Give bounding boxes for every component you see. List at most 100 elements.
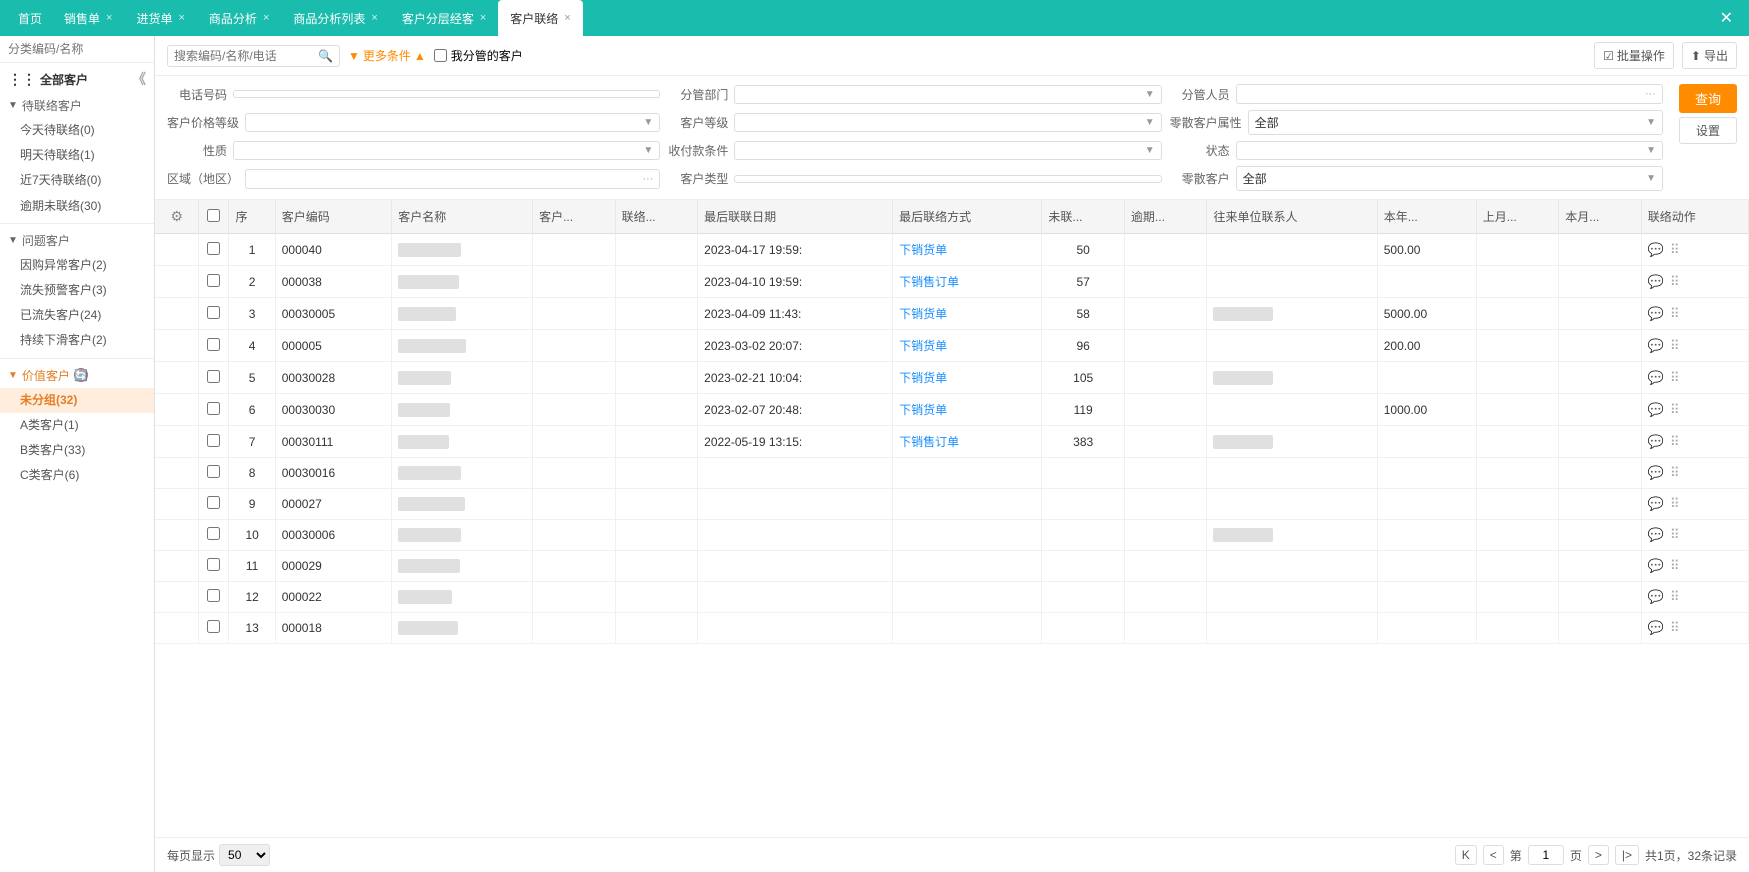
tab-analysis[interactable]: 商品分析 × (197, 0, 281, 36)
tab-purchase[interactable]: 进货单 × (124, 0, 196, 36)
row-checkbox[interactable] (199, 266, 229, 298)
row-gear[interactable] (155, 298, 199, 330)
message-icon[interactable]: 💬 (1648, 242, 1664, 258)
row-checkbox[interactable] (199, 234, 229, 266)
next-page-button[interactable]: > (1588, 845, 1609, 865)
row-checkbox[interactable] (199, 520, 229, 551)
reset-button[interactable]: 设置 (1679, 117, 1737, 144)
home-tab[interactable]: 首页 (8, 0, 52, 36)
problem-group-label[interactable]: ▼ 问题客户 (0, 228, 154, 253)
row-checkbox[interactable] (199, 362, 229, 394)
retail-attr-input[interactable]: 全部 ▼ (1248, 110, 1663, 135)
more-icon[interactable]: ⠿ (1670, 496, 1680, 512)
more-icon[interactable]: ⠿ (1670, 589, 1680, 605)
customer-type-input[interactable] (734, 175, 1161, 183)
per-page-select[interactable]: 50 100 200 (219, 844, 270, 866)
more-icon[interactable]: ⠿ (1670, 434, 1680, 450)
dept-input[interactable]: ▼ (734, 85, 1161, 104)
th-contact[interactable]: 联络... (615, 200, 698, 234)
pending-group-label[interactable]: ▼ 待联络客户 (0, 93, 154, 118)
row-checkbox[interactable] (199, 394, 229, 426)
row-checkbox[interactable] (199, 582, 229, 613)
th-this-year[interactable]: 本年... (1377, 200, 1476, 234)
row-gear[interactable] (155, 394, 199, 426)
tab-customer-contact-close[interactable]: × (564, 12, 570, 24)
row-gear[interactable] (155, 330, 199, 362)
query-button[interactable]: 查询 (1679, 84, 1737, 113)
sidebar-item-declining[interactable]: 持续下滑客户(2) (0, 328, 154, 353)
sidebar-item-abnormal[interactable]: 因购异常客户(2) (0, 253, 154, 278)
more-icon[interactable]: ⠿ (1670, 338, 1680, 354)
message-icon[interactable]: 💬 (1648, 306, 1664, 322)
sidebar-item-tomorrow[interactable]: 明天待联络(1) (0, 143, 154, 168)
row-checkbox[interactable] (199, 330, 229, 362)
row-gear[interactable] (155, 582, 199, 613)
message-icon[interactable]: 💬 (1648, 402, 1664, 418)
more-icon[interactable]: ⠿ (1670, 306, 1680, 322)
tab-customer-tier[interactable]: 客户分层经客 × (390, 0, 498, 36)
row-checkbox[interactable] (199, 489, 229, 520)
message-icon[interactable]: 💬 (1648, 465, 1664, 481)
select-all-checkbox[interactable] (207, 209, 220, 222)
main-search-input[interactable] (174, 49, 314, 63)
row-checkbox[interactable] (199, 426, 229, 458)
th-overdue[interactable]: 逾期... (1124, 200, 1207, 234)
nature-input[interactable]: ▼ (233, 141, 660, 160)
row-gear[interactable] (155, 458, 199, 489)
row-gear[interactable] (155, 551, 199, 582)
phone-input[interactable] (233, 90, 660, 98)
th-this-month[interactable]: 本月... (1559, 200, 1642, 234)
message-icon[interactable]: 💬 (1648, 589, 1664, 605)
gear-icon[interactable]: ⚙ (170, 208, 183, 224)
sidebar-item-overdue[interactable]: 逾期未联络(30) (0, 194, 154, 219)
tab-analysis-close[interactable]: × (263, 12, 269, 24)
sidebar-item-c-class[interactable]: C类客户(6) (0, 463, 154, 488)
payment-input[interactable]: ▼ (734, 141, 1161, 160)
message-icon[interactable]: 💬 (1648, 496, 1664, 512)
value-group-label[interactable]: ▼ 价值客户 🔄 (0, 363, 154, 388)
category-search-input[interactable] (8, 42, 155, 56)
message-icon[interactable]: 💬 (1648, 338, 1664, 354)
collapse-icon[interactable]: 《 (132, 69, 146, 89)
th-checkbox[interactable] (199, 200, 229, 234)
sidebar-item-7days[interactable]: 近7天待联络(0) (0, 168, 154, 193)
th-gear[interactable]: ⚙ (155, 200, 199, 234)
row-checkbox[interactable] (199, 298, 229, 330)
more-icon[interactable]: ⠿ (1670, 558, 1680, 574)
manager-input[interactable]: ··· (1236, 84, 1663, 104)
message-icon[interactable]: 💬 (1648, 620, 1664, 636)
message-icon[interactable]: 💬 (1648, 274, 1664, 290)
region-input[interactable]: ··· (245, 169, 660, 189)
first-page-button[interactable]: K (1455, 845, 1477, 865)
th-code[interactable]: 客户编码 (275, 200, 392, 234)
row-gear[interactable] (155, 266, 199, 298)
tab-purchase-close[interactable]: × (178, 12, 184, 24)
row-gear[interactable] (155, 426, 199, 458)
th-last-month[interactable]: 上月... (1476, 200, 1559, 234)
row-gear[interactable] (155, 489, 199, 520)
batch-op-button[interactable]: ☑ 批量操作 (1594, 42, 1674, 69)
tab-analysis-list-close[interactable]: × (371, 12, 377, 24)
more-icon[interactable]: ⠿ (1670, 370, 1680, 386)
message-icon[interactable]: 💬 (1648, 434, 1664, 450)
th-type[interactable]: 客户... (533, 200, 616, 234)
row-gear[interactable] (155, 234, 199, 266)
page-number-input[interactable] (1528, 845, 1564, 865)
th-last-date[interactable]: 最后联联日期 (698, 200, 893, 234)
price-level-input[interactable]: ▼ (245, 113, 660, 132)
row-checkbox[interactable] (199, 613, 229, 644)
tab-customer-contact[interactable]: 客户联络 × (498, 0, 582, 36)
export-button[interactable]: ⬆ 导出 (1682, 42, 1737, 69)
sidebar-item-ungroup[interactable]: 未分组(32) (0, 388, 154, 413)
more-icon[interactable]: ⠿ (1670, 527, 1680, 543)
row-gear[interactable] (155, 520, 199, 551)
sidebar-item-a-class[interactable]: A类客户(1) (0, 413, 154, 438)
th-last-method[interactable]: 最后联络方式 (893, 200, 1042, 234)
tab-analysis-list[interactable]: 商品分析列表 × (281, 0, 389, 36)
th-contact-person[interactable]: 往来单位联系人 (1207, 200, 1377, 234)
sidebar-item-churn-warning[interactable]: 流失预警客户(3) (0, 278, 154, 303)
my-customers-check[interactable] (434, 49, 447, 62)
row-checkbox[interactable] (199, 551, 229, 582)
status-input[interactable]: ▼ (1236, 141, 1663, 160)
all-customers-header[interactable]: ⋮⋮ 全部客户 《 (0, 63, 154, 93)
